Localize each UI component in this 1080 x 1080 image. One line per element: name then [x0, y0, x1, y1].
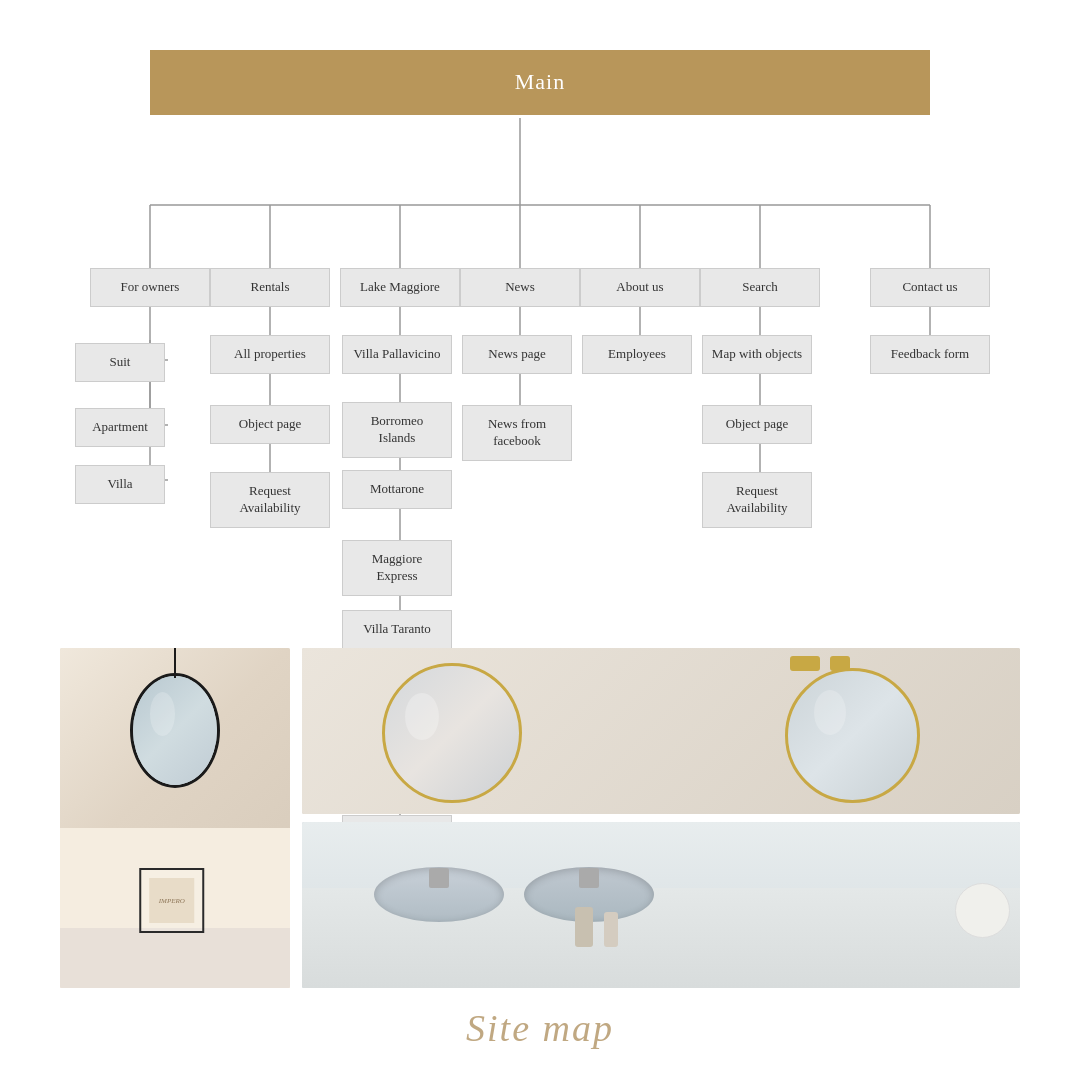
object-page-rentals-node[interactable]: Object page [210, 405, 330, 444]
all-properties-node[interactable]: All properties [210, 335, 330, 374]
for-owners-node[interactable]: For owners [90, 268, 210, 307]
borromeo-islands-node[interactable]: Borromeo Islands [342, 402, 452, 458]
feedback-form-node[interactable]: Feedback form [870, 335, 990, 374]
news-from-facebook-node[interactable]: News from facebook [462, 405, 572, 461]
employees-node[interactable]: Employees [582, 335, 692, 374]
photo-mirror-room: IMPERO [60, 648, 290, 988]
maggiore-express-node[interactable]: Maggiore Express [342, 540, 452, 596]
sitemap-footer: Site map [466, 1006, 614, 1050]
object-page-search-node[interactable]: Object page [702, 405, 812, 444]
rentals-node[interactable]: Rentals [210, 268, 330, 307]
sitemap-area: Main For owners Rentals Lake Maggiore Ne… [60, 50, 1020, 988]
map-with-objects-node[interactable]: Map with objects [702, 335, 812, 374]
photo-right-column [302, 648, 1020, 988]
news-node[interactable]: News [460, 268, 580, 307]
photo-bathroom-sinks [302, 822, 1020, 988]
contact-us-node[interactable]: Contact us [870, 268, 990, 307]
mottarone-node[interactable]: Mottarone [342, 470, 452, 509]
villa-pallavicino-node[interactable]: Villa Pallavicino [342, 335, 452, 374]
photo-section: IMPERO [60, 648, 1020, 988]
apartment-node[interactable]: Apartment [75, 408, 165, 447]
villa-taranto-node[interactable]: Villa Taranto [342, 610, 452, 649]
suit-node[interactable]: Suit [75, 343, 165, 382]
request-availability-node[interactable]: Request Availability [210, 472, 330, 528]
request-availability-search-node[interactable]: Request Availability [702, 472, 812, 528]
news-page-node[interactable]: News page [462, 335, 572, 374]
villa-node[interactable]: Villa [75, 465, 165, 504]
photo-bathroom-mirrors [302, 648, 1020, 814]
search-node[interactable]: Search [700, 268, 820, 307]
page-container: Main For owners Rentals Lake Maggiore Ne… [0, 0, 1080, 1080]
main-node[interactable]: Main [150, 50, 930, 115]
about-us-node[interactable]: About us [580, 268, 700, 307]
lake-maggiore-node[interactable]: Lake Maggiore [340, 268, 460, 307]
